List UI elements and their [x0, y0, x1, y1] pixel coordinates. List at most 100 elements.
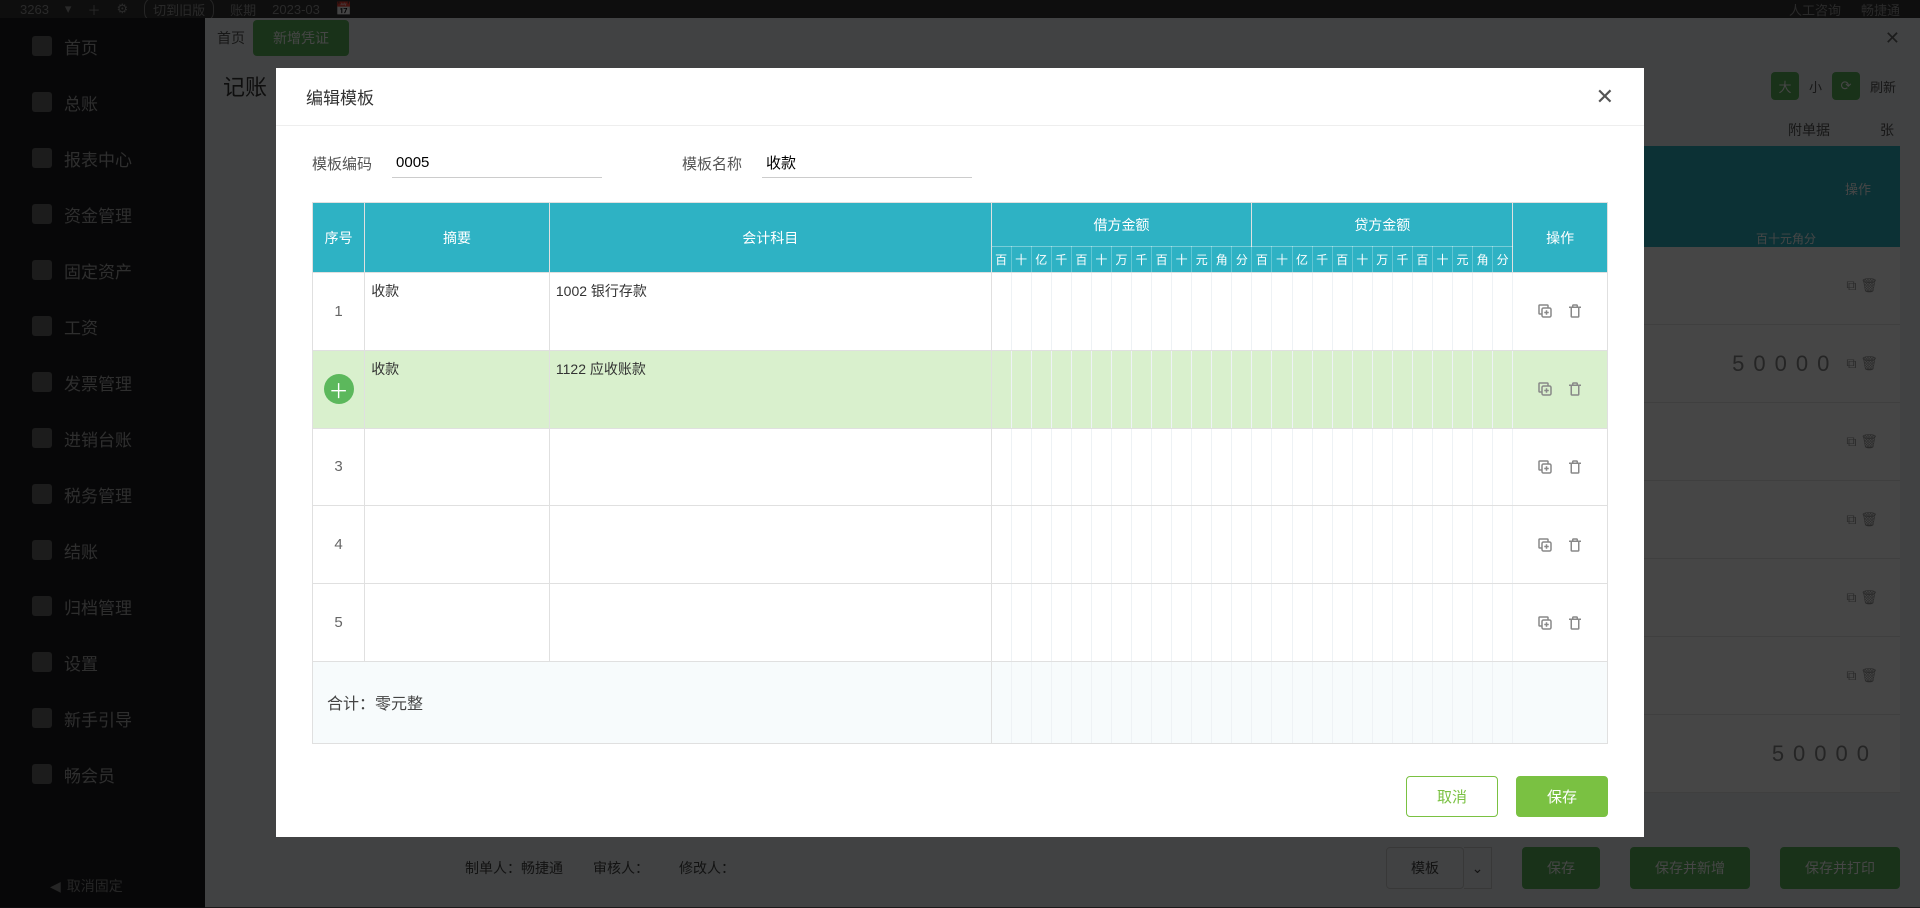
save-button[interactable]: 保存: [1516, 776, 1608, 817]
debit-digit[interactable]: [1031, 584, 1051, 662]
debit-digit[interactable]: [1192, 584, 1212, 662]
credit-digit[interactable]: [1252, 350, 1272, 428]
debit-digit[interactable]: [991, 428, 1011, 506]
credit-digit[interactable]: [1312, 428, 1332, 506]
row-subject-cell[interactable]: 1002 银行存款: [549, 273, 991, 351]
row-summary-cell[interactable]: [365, 506, 550, 584]
debit-digit[interactable]: [1011, 428, 1031, 506]
debit-digit[interactable]: [1132, 428, 1152, 506]
debit-digit[interactable]: [1091, 350, 1111, 428]
credit-digit[interactable]: [1412, 506, 1432, 584]
row-subject-cell[interactable]: 1122 应收账款: [549, 350, 991, 428]
debit-digit[interactable]: [1232, 506, 1252, 584]
credit-digit[interactable]: [1272, 506, 1292, 584]
debit-digit[interactable]: [1132, 584, 1152, 662]
debit-digit[interactable]: [1172, 350, 1192, 428]
debit-digit[interactable]: [1051, 428, 1071, 506]
table-row[interactable]: 1收款1002 银行存款: [313, 273, 1608, 351]
add-row-icon[interactable]: ＋: [324, 374, 354, 404]
debit-digit[interactable]: [1232, 584, 1252, 662]
row-subject-cell[interactable]: [549, 506, 991, 584]
debit-digit[interactable]: [1152, 506, 1172, 584]
credit-digit[interactable]: [1372, 273, 1392, 351]
credit-digit[interactable]: [1332, 506, 1352, 584]
credit-digit[interactable]: [1292, 584, 1312, 662]
debit-digit[interactable]: [1212, 273, 1232, 351]
credit-digit[interactable]: [1372, 584, 1392, 662]
debit-digit[interactable]: [1031, 506, 1051, 584]
debit-digit[interactable]: [1111, 506, 1131, 584]
table-row[interactable]: ＋ 收款1122 应收账款: [313, 350, 1608, 428]
credit-digit[interactable]: [1453, 428, 1473, 506]
credit-digit[interactable]: [1412, 428, 1432, 506]
credit-digit[interactable]: [1392, 273, 1412, 351]
debit-digit[interactable]: [991, 584, 1011, 662]
debit-digit[interactable]: [1212, 584, 1232, 662]
credit-digit[interactable]: [1292, 428, 1312, 506]
debit-digit[interactable]: [1111, 350, 1131, 428]
credit-digit[interactable]: [1493, 584, 1513, 662]
delete-row-icon[interactable]: [1566, 536, 1584, 554]
row-subject-cell[interactable]: [549, 428, 991, 506]
credit-digit[interactable]: [1473, 506, 1493, 584]
credit-digit[interactable]: [1292, 350, 1312, 428]
debit-digit[interactable]: [1051, 506, 1071, 584]
credit-digit[interactable]: [1432, 584, 1452, 662]
debit-digit[interactable]: [1031, 350, 1051, 428]
modal-close-icon[interactable]: ✕: [1596, 84, 1614, 110]
debit-digit[interactable]: [1071, 506, 1091, 584]
debit-digit[interactable]: [1152, 350, 1172, 428]
debit-digit[interactable]: [1111, 428, 1131, 506]
credit-digit[interactable]: [1352, 506, 1372, 584]
row-summary-cell[interactable]: 收款: [365, 350, 550, 428]
debit-digit[interactable]: [1031, 428, 1051, 506]
debit-digit[interactable]: [1071, 273, 1091, 351]
row-summary-cell[interactable]: [365, 428, 550, 506]
debit-digit[interactable]: [1071, 350, 1091, 428]
credit-digit[interactable]: [1252, 584, 1272, 662]
copy-row-icon[interactable]: [1536, 536, 1554, 554]
debit-digit[interactable]: [1132, 350, 1152, 428]
debit-digit[interactable]: [1051, 584, 1071, 662]
credit-digit[interactable]: [1432, 428, 1452, 506]
credit-digit[interactable]: [1392, 506, 1412, 584]
debit-digit[interactable]: [1212, 428, 1232, 506]
credit-digit[interactable]: [1493, 273, 1513, 351]
debit-digit[interactable]: [1232, 350, 1252, 428]
credit-digit[interactable]: [1312, 584, 1332, 662]
debit-digit[interactable]: [1172, 428, 1192, 506]
credit-digit[interactable]: [1252, 428, 1272, 506]
debit-digit[interactable]: [1152, 584, 1172, 662]
debit-digit[interactable]: [1091, 273, 1111, 351]
row-summary-cell[interactable]: 收款: [365, 273, 550, 351]
debit-digit[interactable]: [1111, 584, 1131, 662]
copy-row-icon[interactable]: [1536, 614, 1554, 632]
debit-digit[interactable]: [1011, 273, 1031, 351]
credit-digit[interactable]: [1372, 428, 1392, 506]
debit-digit[interactable]: [991, 506, 1011, 584]
debit-digit[interactable]: [1172, 273, 1192, 351]
credit-digit[interactable]: [1332, 584, 1352, 662]
debit-digit[interactable]: [1232, 273, 1252, 351]
delete-row-icon[interactable]: [1566, 302, 1584, 320]
table-row[interactable]: 3: [313, 428, 1608, 506]
credit-digit[interactable]: [1352, 350, 1372, 428]
debit-digit[interactable]: [1192, 428, 1212, 506]
debit-digit[interactable]: [1192, 506, 1212, 584]
row-summary-cell[interactable]: [365, 584, 550, 662]
debit-digit[interactable]: [1232, 428, 1252, 506]
credit-digit[interactable]: [1473, 350, 1493, 428]
debit-digit[interactable]: [1011, 506, 1031, 584]
credit-digit[interactable]: [1453, 350, 1473, 428]
credit-digit[interactable]: [1432, 506, 1452, 584]
credit-digit[interactable]: [1292, 506, 1312, 584]
debit-digit[interactable]: [1051, 273, 1071, 351]
table-row[interactable]: 5: [313, 584, 1608, 662]
debit-digit[interactable]: [1011, 584, 1031, 662]
credit-digit[interactable]: [1372, 506, 1392, 584]
credit-digit[interactable]: [1272, 428, 1292, 506]
cancel-button[interactable]: 取消: [1406, 776, 1498, 817]
delete-row-icon[interactable]: [1566, 380, 1584, 398]
template-code-input[interactable]: [392, 148, 602, 178]
credit-digit[interactable]: [1312, 350, 1332, 428]
